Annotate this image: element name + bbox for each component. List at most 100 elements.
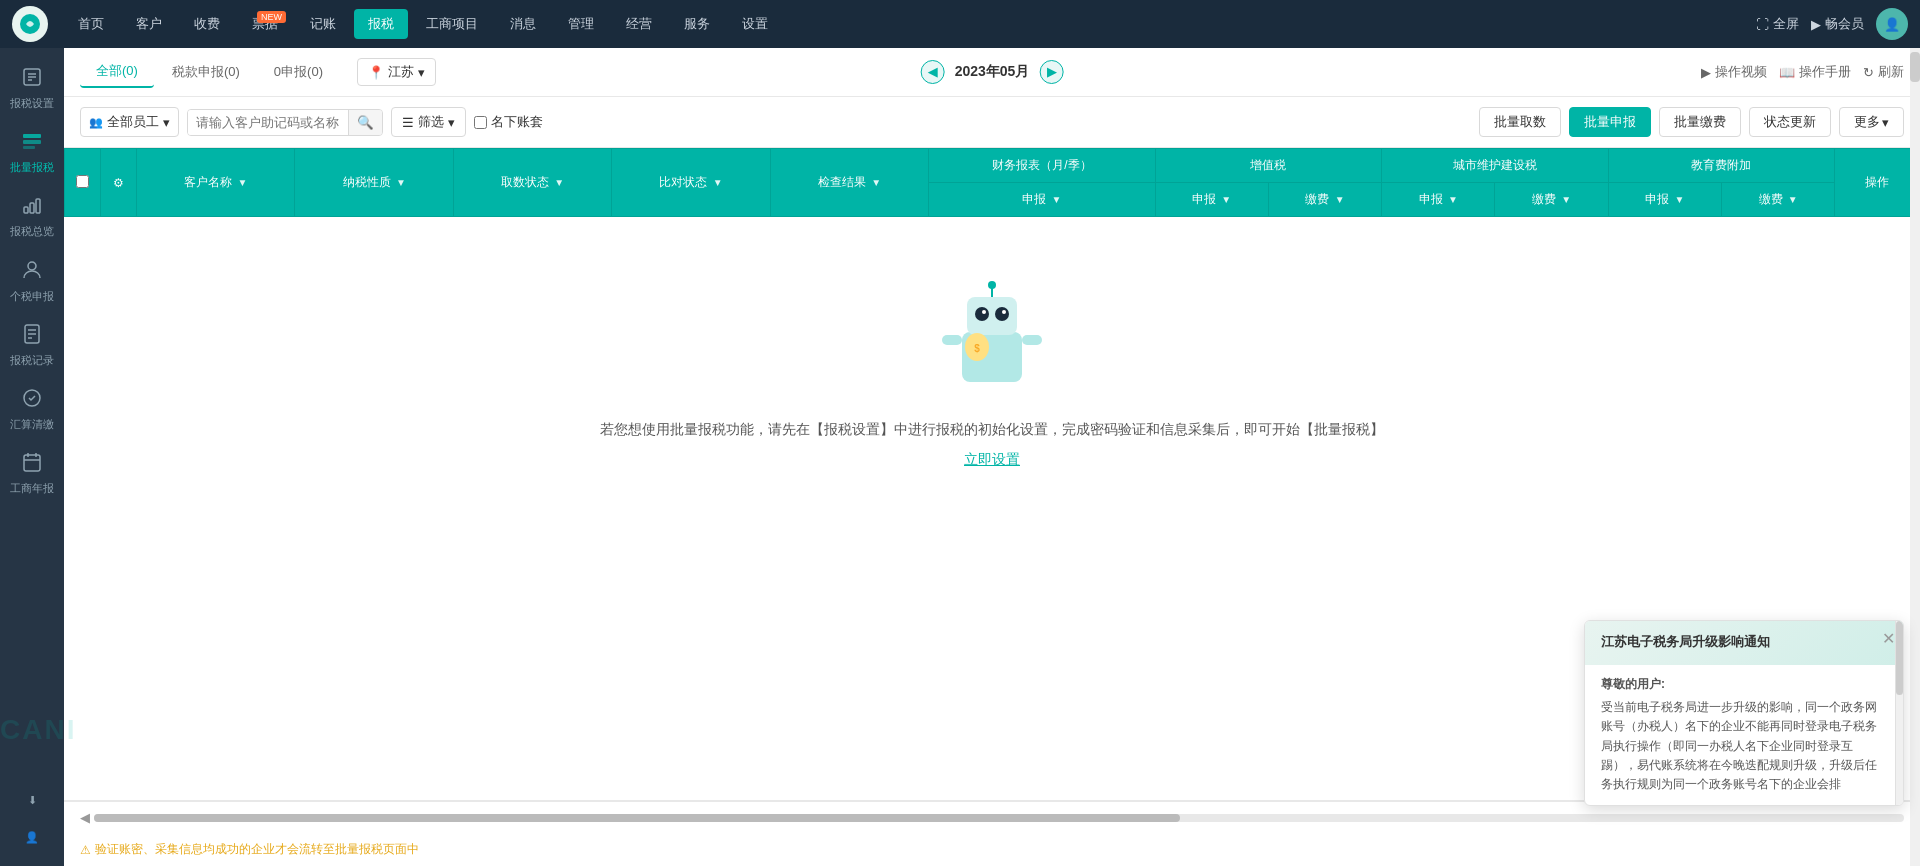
batch-pay-button[interactable]: 批量缴费 — [1659, 107, 1741, 137]
svg-rect-29 — [942, 335, 962, 345]
prev-date-button[interactable]: ◀ — [921, 60, 945, 84]
nav-tax[interactable]: 报税 — [354, 9, 408, 39]
tax-settings-icon — [21, 66, 43, 93]
sidebar-download[interactable]: ⬇ — [21, 784, 43, 817]
svg-point-11 — [28, 262, 36, 270]
select-all-checkbox[interactable] — [76, 175, 89, 188]
avatar-icon: 👤 — [1884, 17, 1900, 32]
edu-pay-filter-icon[interactable]: ▼ — [1788, 194, 1798, 205]
sidebar-item-personal-tax[interactable]: 个税申报 — [0, 249, 64, 313]
settings-icon[interactable]: ⚙ — [113, 176, 124, 190]
operation-manual-btn[interactable]: 📖 操作手册 — [1779, 63, 1851, 81]
sidebar-item-reconciliation[interactable]: 汇算清缴 — [0, 377, 64, 441]
tab-tax-declaration[interactable]: 税款申报(0) — [156, 57, 256, 87]
city-declare-filter-icon[interactable]: ▼ — [1448, 194, 1458, 205]
new-badge: NEW — [257, 11, 286, 23]
data-table: ⚙ 客户名称 ▼ 纳税性质 ▼ 取数状态 ▼ 比对状态 — [64, 148, 1920, 509]
next-date-button[interactable]: ▶ — [1039, 60, 1063, 84]
refresh-btn[interactable]: ↻ 刷新 — [1863, 63, 1904, 81]
col-city-pay: 缴费 ▼ — [1495, 183, 1608, 217]
sidebar-user[interactable]: 👤 — [21, 821, 43, 854]
vat-declare-filter-icon[interactable]: ▼ — [1221, 194, 1231, 205]
svg-point-28 — [988, 281, 996, 289]
notification-greeting: 尊敬的用户: — [1601, 675, 1887, 694]
nav-service[interactable]: 服务 — [670, 9, 724, 39]
financial-declare-filter-icon[interactable]: ▼ — [1052, 194, 1062, 205]
search-input[interactable] — [188, 110, 348, 135]
col-fetch-status: 取数状态 ▼ — [453, 149, 611, 217]
svg-rect-30 — [1022, 335, 1042, 345]
vip-button[interactable]: ▶ 畅会员 — [1811, 15, 1864, 33]
notification-close-button[interactable]: ✕ — [1882, 629, 1895, 648]
sidebar-item-tax-records[interactable]: 报税记录 — [0, 313, 64, 377]
col-customer-name: 客户名称 ▼ — [137, 149, 295, 217]
operation-video-btn[interactable]: ▶ 操作视频 — [1701, 63, 1767, 81]
col-comparison-status: 比对状态 ▼ — [612, 149, 770, 217]
location-icon: 📍 — [368, 65, 384, 80]
tax-nature-filter-icon[interactable]: ▼ — [396, 177, 406, 188]
fetch-status-filter-icon[interactable]: ▼ — [554, 177, 564, 188]
nav-bookkeeping[interactable]: 记账 — [296, 9, 350, 39]
col-operations: 操作 — [1835, 149, 1920, 217]
batch-tax-icon — [21, 130, 43, 157]
svg-rect-5 — [23, 134, 41, 138]
nav-management[interactable]: 管理 — [554, 9, 608, 39]
col-check-result: 检查结果 ▼ — [770, 149, 928, 217]
scroll-left-arrow[interactable]: ◀ — [80, 810, 90, 825]
chevron-down-icon: ▾ — [418, 65, 425, 80]
setup-link[interactable]: 立即设置 — [964, 451, 1020, 469]
warning-icon: ⚠ — [80, 843, 91, 857]
svg-rect-22 — [967, 297, 1017, 335]
filter-button[interactable]: ☰ 筛选 ▾ — [391, 107, 466, 137]
customer-filter-icon[interactable]: ▼ — [237, 177, 247, 188]
sidebar: 报税设置 批量报税 报税总览 个税申报 报税记录 汇算清缴 工商年报 — [0, 48, 64, 866]
horizontal-scrollbar[interactable] — [94, 814, 1904, 822]
nav-right-actions: ⛶ 全屏 ▶ 畅会员 👤 — [1756, 8, 1908, 40]
nav-settings[interactable]: 设置 — [728, 9, 782, 39]
vat-pay-filter-icon[interactable]: ▼ — [1335, 194, 1345, 205]
col-vat-pay: 缴费 ▼ — [1268, 183, 1381, 217]
nav-billing[interactable]: 收费 — [180, 9, 234, 39]
sidebar-item-tax-summary[interactable]: 报税总览 — [0, 184, 64, 248]
page-scrollbar[interactable] — [1910, 48, 1920, 866]
city-pay-filter-icon[interactable]: ▼ — [1561, 194, 1571, 205]
comparison-filter-icon[interactable]: ▼ — [713, 177, 723, 188]
reconciliation-icon — [21, 387, 43, 414]
nav-invoice[interactable]: 票据 NEW — [238, 9, 292, 39]
batch-declare-button[interactable]: 批量申报 — [1569, 107, 1651, 137]
status-update-button[interactable]: 状态更新 — [1749, 107, 1831, 137]
tabs-group: 全部(0) 税款申报(0) 0申报(0) 📍 江苏 ▾ — [80, 56, 436, 88]
robot-illustration: $ — [932, 277, 1052, 397]
region-selector[interactable]: 📍 江苏 ▾ — [357, 58, 436, 86]
nav-operation[interactable]: 经营 — [612, 9, 666, 39]
employee-selector[interactable]: 👥 全部员工 ▾ — [80, 107, 179, 137]
app-logo[interactable] — [12, 6, 48, 42]
sidebar-item-batch-tax[interactable]: 批量报税 — [0, 120, 64, 184]
edu-declare-filter-icon[interactable]: ▼ — [1675, 194, 1685, 205]
nav-customer[interactable]: 客户 — [122, 9, 176, 39]
user-icon: 👤 — [25, 831, 39, 844]
nav-business[interactable]: 工商项目 — [412, 9, 492, 39]
check-result-filter-icon[interactable]: ▼ — [871, 177, 881, 188]
tab-all[interactable]: 全部(0) — [80, 56, 154, 88]
tab-zero-declaration[interactable]: 0申报(0) — [258, 57, 339, 87]
more-button[interactable]: 更多 ▾ — [1839, 107, 1904, 137]
search-input-wrap: 🔍 — [187, 109, 383, 136]
search-button[interactable]: 🔍 — [348, 110, 382, 135]
filter-icon: ☰ — [402, 115, 414, 130]
sidebar-item-tax-settings[interactable]: 报税设置 — [0, 56, 64, 120]
nav-message[interactable]: 消息 — [496, 9, 550, 39]
sidebar-bottom: ⬇ 👤 — [21, 784, 43, 866]
batch-fetch-button[interactable]: 批量取数 — [1479, 107, 1561, 137]
sidebar-item-annual-report[interactable]: 工商年报 — [0, 441, 64, 505]
name-under-checkbox-input[interactable] — [474, 116, 487, 129]
filter-arrow-icon: ▾ — [448, 115, 455, 130]
user-avatar[interactable]: 👤 — [1876, 8, 1908, 40]
name-under-checkbox[interactable]: 名下账套 — [474, 113, 543, 131]
nav-home[interactable]: 首页 — [64, 9, 118, 39]
fullscreen-button[interactable]: ⛶ 全屏 — [1756, 15, 1799, 33]
col-financial-report: 财务报表（月/季） — [929, 149, 1155, 183]
notification-scrollbar[interactable] — [1895, 621, 1903, 805]
current-date: 2023年05月 — [955, 63, 1030, 81]
video-icon: ▶ — [1701, 65, 1711, 80]
